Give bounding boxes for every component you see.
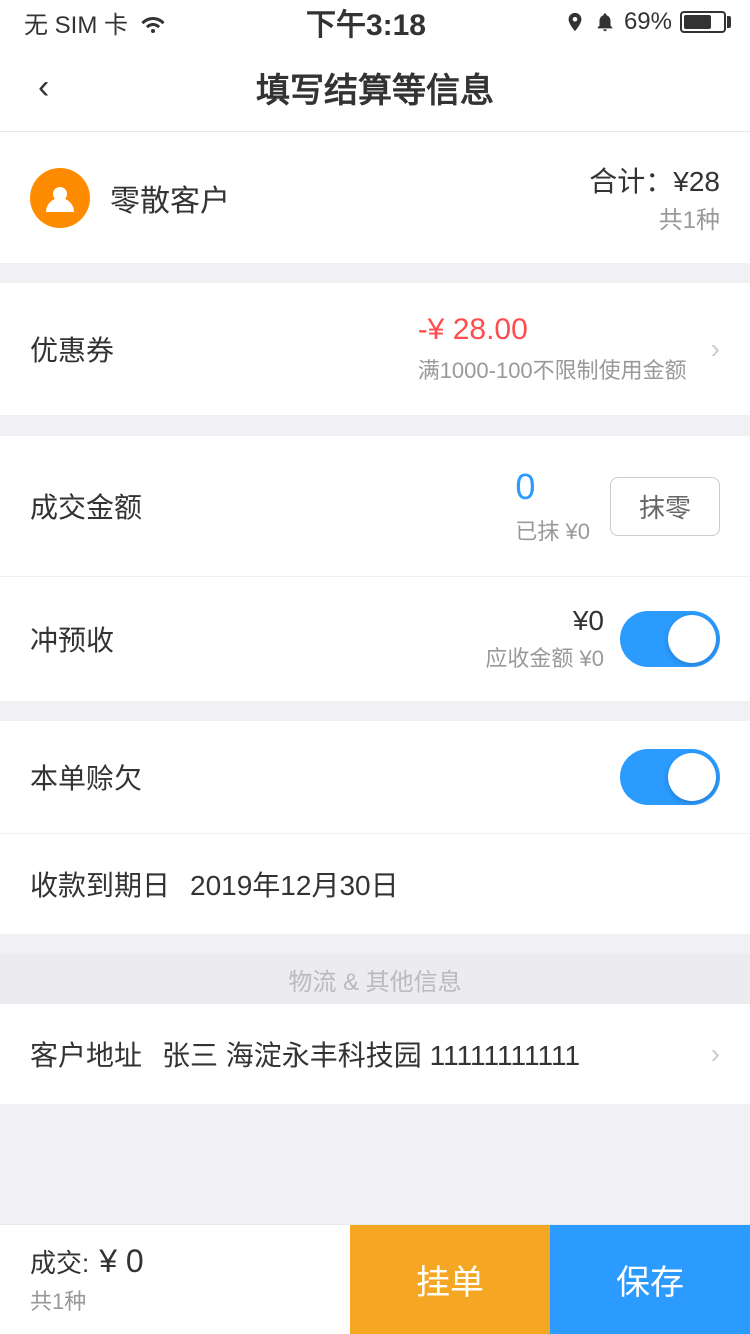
bottom-deal-label: 成交: — [30, 1243, 89, 1280]
coupon-section[interactable]: 优惠券 -¥ 28.00 满1000-100不限制使用金额 › — [0, 283, 750, 416]
advance-sub-amount: 应收金额 ¥0 — [485, 641, 604, 673]
advance-row: 冲预收 ¥0 应收金额 ¥0 — [0, 577, 750, 701]
advance-main-amount: ¥0 — [485, 605, 604, 637]
coupon-chevron: › — [711, 333, 720, 365]
address-section[interactable]: 客户地址 张三 海淀永丰科技园 11111111111 › — [0, 1004, 750, 1104]
battery-percent: 69% — [624, 8, 672, 36]
deal-amount-value: 0 — [515, 466, 590, 508]
battery-icon — [680, 11, 726, 33]
location-icon — [564, 11, 586, 33]
hang-button[interactable]: 挂单 — [350, 1225, 550, 1334]
total-amount: 合计：¥28 — [589, 160, 720, 200]
deal-amount-sub: 已抹 ¥0 — [515, 514, 590, 546]
avatar-icon — [42, 180, 78, 216]
back-button[interactable]: ‹ — [28, 58, 59, 117]
debt-label: 本单赊欠 — [30, 757, 142, 797]
duedate-value: 2019年12月30日 — [190, 864, 399, 904]
customer-left: 零散客户 — [30, 168, 230, 228]
coupon-row[interactable]: 优惠券 -¥ 28.00 满1000-100不限制使用金额 › — [0, 283, 750, 416]
debt-section: 本单赊欠 收款到期日 2019年12月30日 — [0, 721, 750, 934]
advance-right: ¥0 应收金额 ¥0 — [485, 605, 720, 673]
status-right: 69% — [564, 8, 726, 36]
customer-right: 合计：¥28 共1种 — [589, 160, 720, 235]
debt-toggle[interactable] — [620, 749, 720, 805]
address-row[interactable]: 客户地址 张三 海淀永丰科技园 11111111111 › — [0, 1004, 750, 1104]
deal-amount-row: 成交金额 0 已抹 ¥0 抹零 — [0, 436, 750, 577]
status-time: 下午3:18 — [306, 0, 426, 44]
duedate-row: 收款到期日 2019年12月30日 — [0, 834, 750, 934]
customer-avatar — [30, 168, 90, 228]
advance-toggle-knob — [668, 615, 716, 663]
nav-bar: ‹ 填写结算等信息 — [0, 44, 750, 132]
deal-amount-right: 0 已抹 ¥0 抹零 — [515, 466, 720, 546]
bottom-deal-row: 成交: ¥ 0 — [30, 1243, 320, 1280]
bottom-bar: 成交: ¥ 0 共1种 挂单 保存 — [0, 1224, 750, 1334]
total-count: 共1种 — [589, 200, 720, 235]
advance-amounts: ¥0 应收金额 ¥0 — [485, 605, 604, 673]
coupon-label: 优惠券 — [30, 329, 114, 369]
deal-amount-label: 成交金额 — [30, 486, 142, 526]
deal-amount-info: 0 已抹 ¥0 — [515, 466, 590, 546]
coupon-info: -¥ 28.00 满1000-100不限制使用金额 — [418, 313, 687, 385]
address-chevron: › — [711, 1038, 720, 1070]
coupon-desc: 满1000-100不限制使用金额 — [418, 353, 687, 385]
amount-section: 成交金额 0 已抹 ¥0 抹零 冲预收 ¥0 应收金额 ¥0 — [0, 436, 750, 701]
customer-name: 零散客户 — [110, 176, 230, 220]
coupon-right: -¥ 28.00 满1000-100不限制使用金额 › — [418, 313, 720, 385]
customer-section: 零散客户 合计：¥28 共1种 — [0, 132, 750, 263]
status-bar: 无 SIM 卡 下午3:18 69% — [0, 0, 750, 44]
content: 零散客户 合计：¥28 共1种 优惠券 -¥ 28.00 满1000-100不限… — [0, 132, 750, 1244]
bottom-count: 共1种 — [30, 1284, 320, 1316]
debt-toggle-knob — [668, 753, 716, 801]
coupon-discount: -¥ 28.00 — [418, 313, 687, 347]
bottom-amount: ¥ 0 — [99, 1243, 143, 1280]
address-value: 张三 海淀永丰科技园 11111111111 — [162, 1034, 711, 1074]
debt-row: 本单赊欠 — [0, 721, 750, 834]
bottom-info: 成交: ¥ 0 共1种 — [0, 1243, 350, 1316]
address-label: 客户地址 — [30, 1034, 142, 1074]
divider-text: 物流 & 其他信息 — [288, 962, 461, 997]
status-left: 无 SIM 卡 — [24, 5, 168, 40]
wifi-icon — [138, 11, 168, 33]
advance-toggle[interactable] — [620, 611, 720, 667]
alarm-icon — [594, 11, 616, 33]
no-sim-text: 无 SIM 卡 — [24, 5, 128, 40]
duedate-label: 收款到期日 — [30, 864, 170, 904]
divider-section: 物流 & 其他信息 — [0, 954, 750, 1004]
save-button[interactable]: 保存 — [550, 1225, 750, 1334]
page-title: 填写结算等信息 — [256, 63, 494, 112]
round-button[interactable]: 抹零 — [610, 477, 720, 536]
advance-label: 冲预收 — [30, 619, 114, 659]
